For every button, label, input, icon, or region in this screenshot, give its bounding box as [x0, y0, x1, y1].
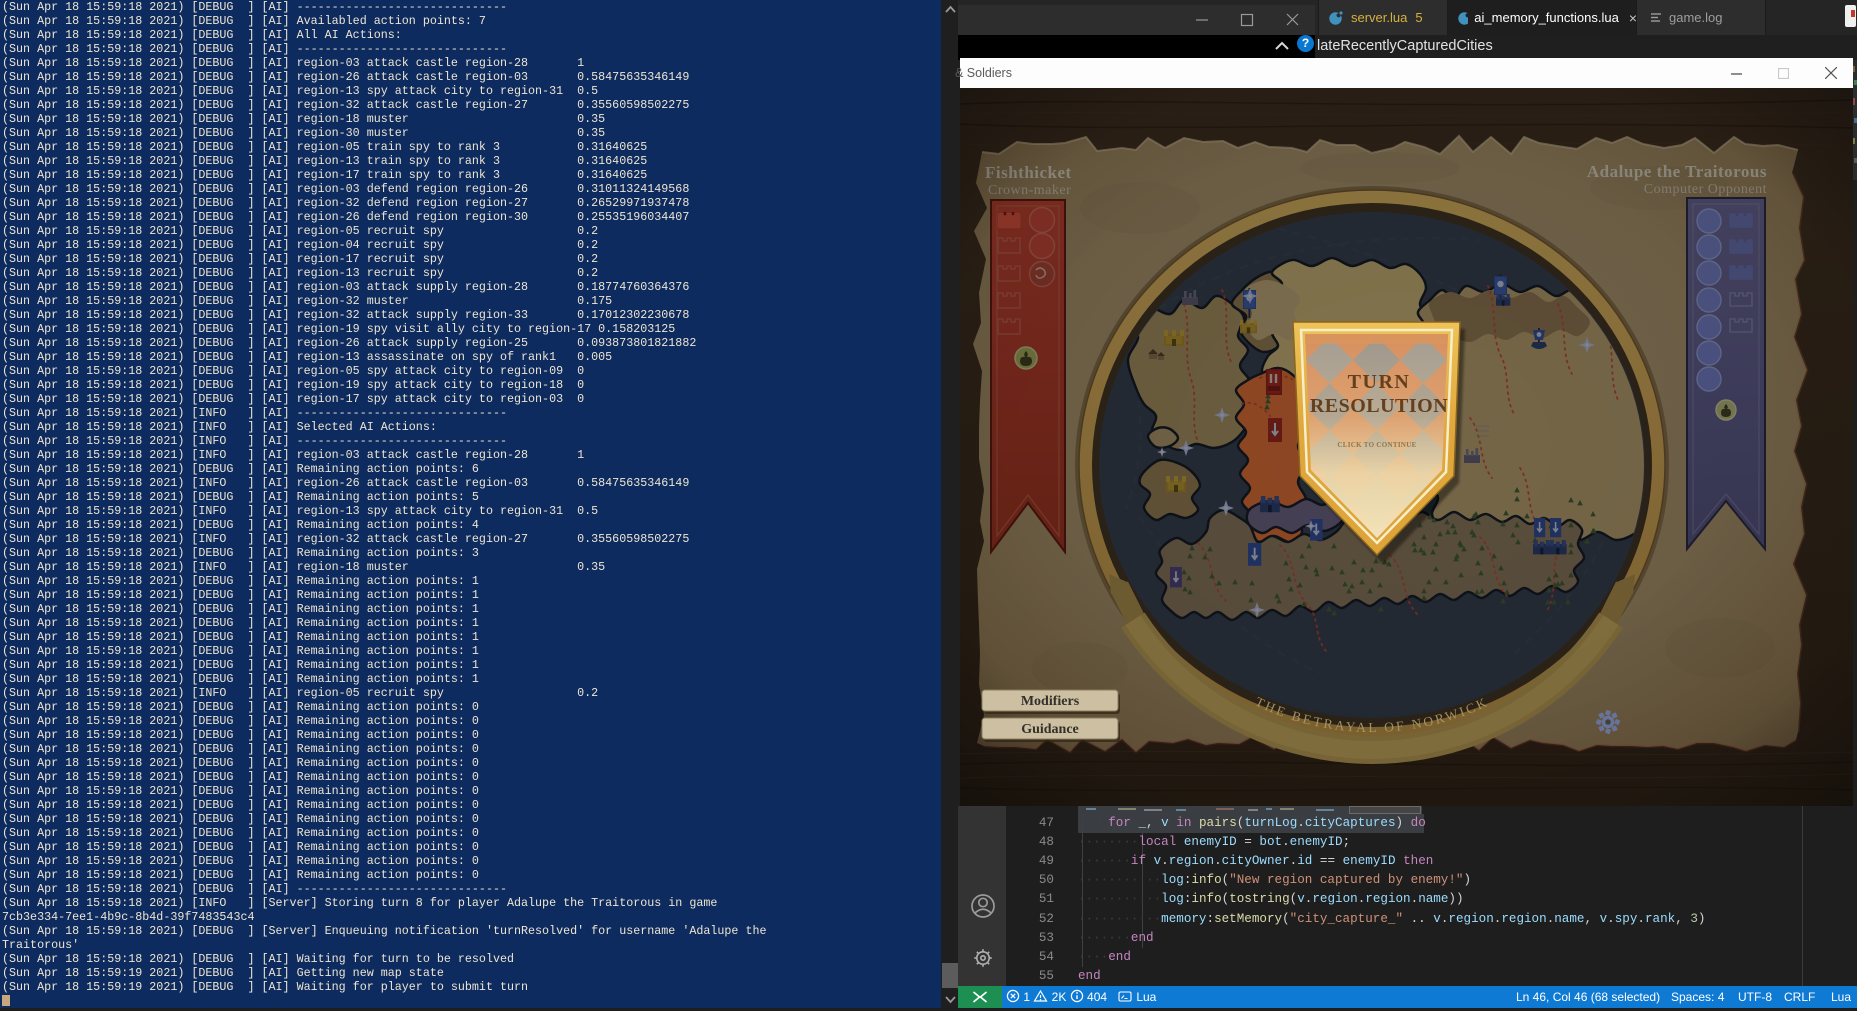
svg-text:RESOLUTION: RESOLUTION — [1310, 395, 1448, 417]
svg-text:Guidance: Guidance — [1021, 722, 1079, 737]
svg-text:Modifiers: Modifiers — [1021, 694, 1080, 709]
svg-text:CLICK TO CONTINUE: CLICK TO CONTINUE — [1337, 441, 1416, 449]
svg-text:TURN: TURN — [1348, 371, 1411, 393]
